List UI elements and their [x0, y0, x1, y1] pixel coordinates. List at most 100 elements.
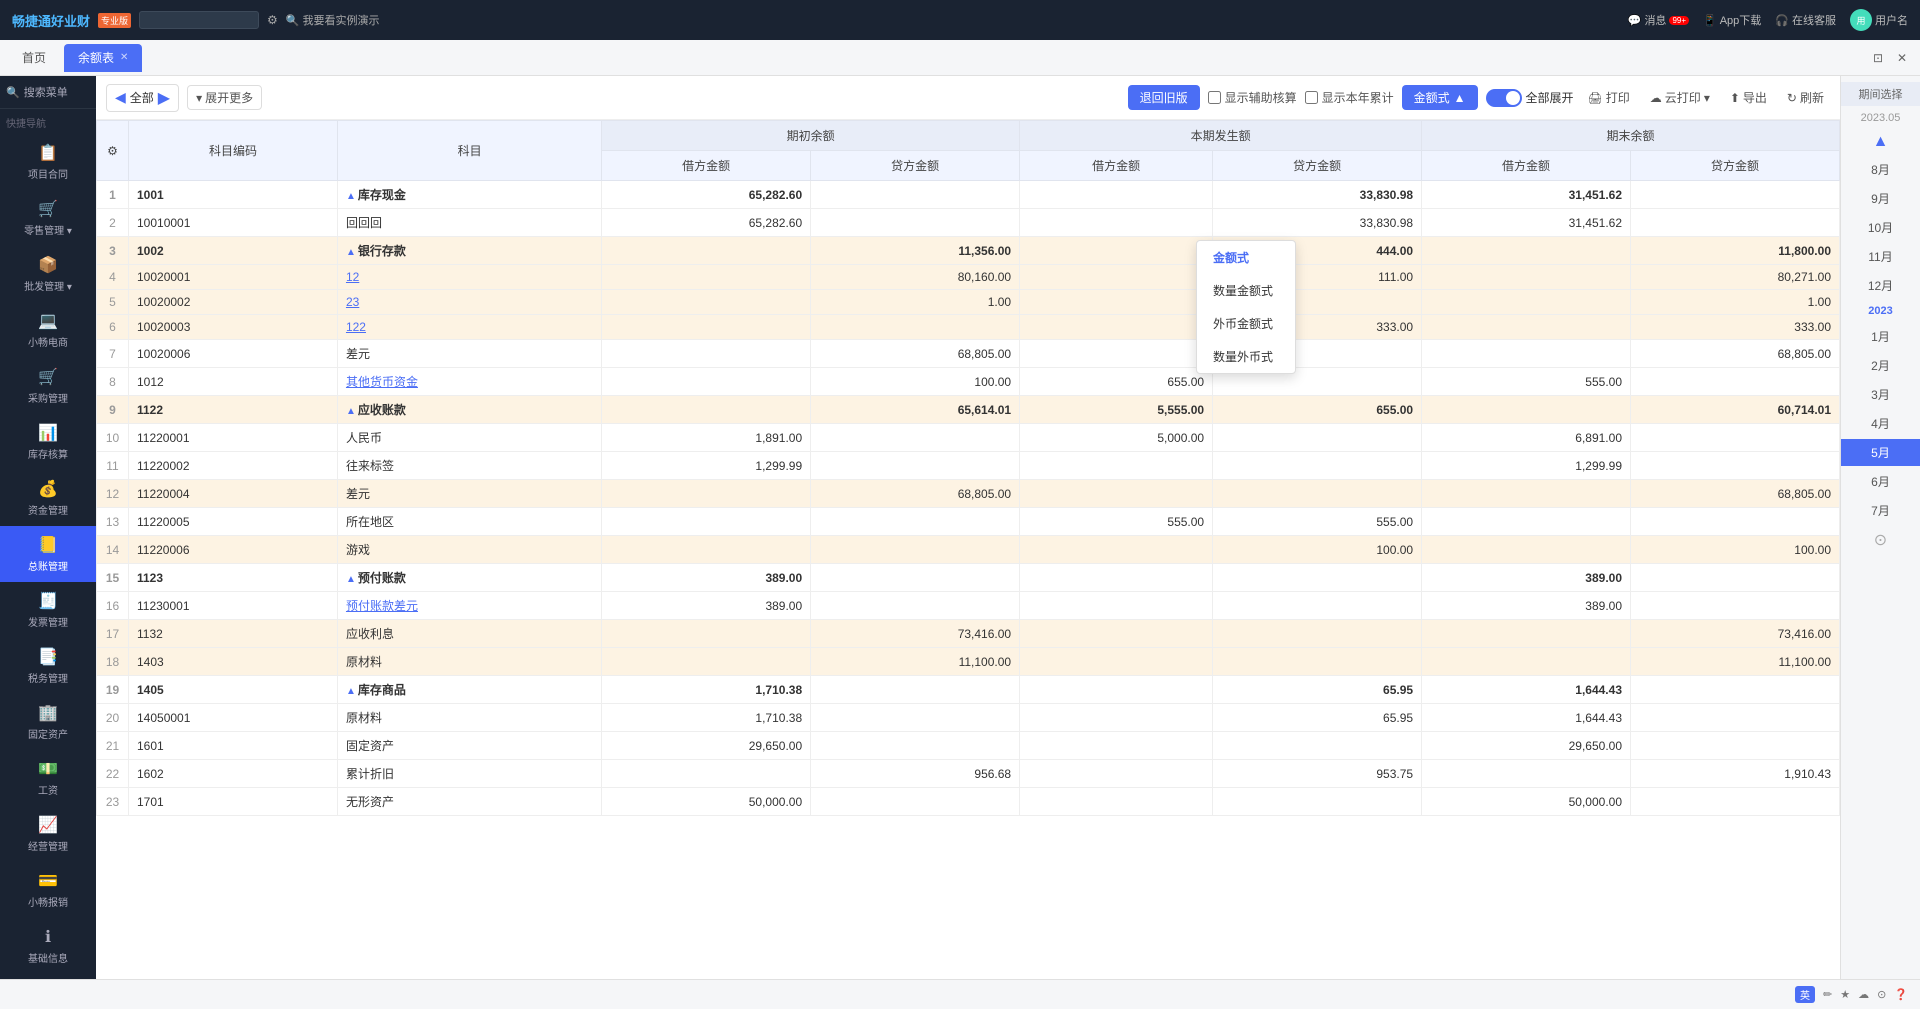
rp-month-1[interactable]: 1月 [1841, 323, 1920, 350]
show-year-checkbox[interactable] [1305, 91, 1318, 104]
sidebar-item-expense[interactable]: 💳 小畅报销 [0, 862, 96, 918]
show-year-check-label[interactable]: 显示本年累计 [1305, 89, 1394, 106]
lang-switch-btn[interactable]: 英 [1795, 986, 1815, 1003]
subject-link[interactable]: 122 [346, 320, 366, 334]
subject-link[interactable]: 23 [346, 295, 359, 309]
row-num: 12 [97, 480, 129, 508]
tab-close-all-icon[interactable]: ✕ [1892, 48, 1912, 68]
row-cb-debit: 31,451.62 [1422, 209, 1631, 237]
row-code: 10020002 [129, 290, 338, 315]
sidebar-item-finance[interactable]: 💰 资金管理 [0, 470, 96, 526]
rp-month-5[interactable]: 5月 [1841, 439, 1920, 466]
row-num: 10 [97, 424, 129, 452]
expand-icon[interactable]: ▲ [346, 686, 356, 697]
sidebar-item-assets[interactable]: 🏢 固定资产 [0, 694, 96, 750]
row-subject: ▲应收账款 [337, 396, 601, 424]
expand-all-toggle[interactable]: 全部展开 [1486, 89, 1574, 107]
help-icon[interactable]: ❓ [1894, 988, 1908, 1001]
sidebar-search[interactable]: 🔍 搜索菜单 [0, 76, 96, 109]
row-cd-credit [1213, 788, 1422, 816]
row-ob-credit [811, 536, 1020, 564]
demo-link[interactable]: 🔍 我要看实例演示 [286, 12, 380, 28]
th-settings[interactable]: ⚙ [97, 121, 129, 181]
sidebar-item-salary[interactable]: 💵 工资 [0, 750, 96, 806]
expand-icon[interactable]: ▲ [346, 406, 356, 417]
row-subject: 原材料 [337, 704, 601, 732]
cloud-icon[interactable]: ☁ [1858, 988, 1869, 1001]
dropdown-item-jine[interactable]: 金额式 [1197, 241, 1295, 274]
sidebar-item-invoice[interactable]: 🧾 发票管理 [0, 582, 96, 638]
rp-month-2[interactable]: 2月 [1841, 352, 1920, 379]
sidebar-item-purchase[interactable]: 🛒 采购管理 [0, 358, 96, 414]
sidebar-item-tax[interactable]: 📑 税务管理 [0, 638, 96, 694]
cloud-print-btn[interactable]: ☁ 云打印 ▾ [1644, 86, 1716, 109]
search-input[interactable] [139, 11, 259, 29]
sidebar-item-ecommerce[interactable]: 💻 小畅电商 [0, 302, 96, 358]
tab-home[interactable]: 首页 [8, 44, 60, 72]
rp-nav-up[interactable]: ▲ [1870, 130, 1892, 154]
rp-month-12[interactable]: 12月 [1841, 272, 1920, 299]
row-ob-debit [602, 536, 811, 564]
sidebar-item-system[interactable]: ⚙ 系统管理 [0, 974, 96, 979]
rp-month-6[interactable]: 6月 [1841, 468, 1920, 495]
sidebar-item-ledger[interactable]: 📒 总账管理 [0, 526, 96, 582]
sidebar-item-inventory[interactable]: 📊 库存核算 [0, 414, 96, 470]
sidebar-item-operation[interactable]: 📈 经营管理 [0, 806, 96, 862]
rp-month-11[interactable]: 11月 [1841, 243, 1920, 270]
filter-all-btn[interactable]: ◀ 全部 ▶ [106, 84, 179, 112]
tab-maximize-icon[interactable]: ⊡ [1868, 48, 1888, 68]
row-cb-credit: 333.00 [1631, 315, 1840, 340]
settings-icon[interactable]: ⚙ [267, 13, 278, 27]
subject-link[interactable]: 其他货币资金 [346, 375, 418, 389]
row-cb-credit: 73,416.00 [1631, 620, 1840, 648]
subject-link[interactable]: 12 [346, 270, 359, 284]
rp-month-7[interactable]: 7月 [1841, 497, 1920, 524]
expand-btn[interactable]: ▾ 展开更多 [187, 85, 262, 110]
row-num: 7 [97, 340, 129, 368]
sidebar-item-wholesale[interactable]: 📦 批发管理 ▾ [0, 246, 96, 302]
expand-icon[interactable]: ▲ [346, 191, 356, 202]
row-subject: 所在地区 [337, 508, 601, 536]
row-subject: 23 [337, 290, 601, 315]
sidebar-quick-nav[interactable]: 快捷导航 [0, 109, 96, 134]
online-service-btn[interactable]: 🎧 在线客服 [1775, 12, 1836, 28]
sidebar-item-retail[interactable]: 🛒 零售管理 ▾ [0, 190, 96, 246]
expand-icon[interactable]: ▲ [346, 247, 356, 258]
rp-month-3[interactable]: 3月 [1841, 381, 1920, 408]
rp-header[interactable]: 期间选择 [1841, 82, 1920, 106]
tab-close-icon[interactable]: ✕ [120, 52, 128, 63]
refresh-btn[interactable]: ↻ 刷新 [1781, 86, 1830, 109]
message-btn[interactable]: 💬 消息 99+ [1628, 12, 1689, 28]
row-num: 9 [97, 396, 129, 424]
rp-month-10[interactable]: 10月 [1841, 214, 1920, 241]
rp-month-8[interactable]: 8月 [1841, 156, 1920, 183]
dropdown-item-fx-jine[interactable]: 外币金额式 [1197, 307, 1295, 340]
row-cd-credit: 953.75 [1213, 760, 1422, 788]
row-cb-debit: 29,650.00 [1422, 732, 1631, 760]
rp-month-4[interactable]: 4月 [1841, 410, 1920, 437]
subject-link[interactable]: 预付账款差元 [346, 599, 418, 613]
sidebar-item-basic-info[interactable]: ℹ 基础信息 [0, 918, 96, 974]
basic-info-icon: ℹ [45, 927, 51, 947]
show-aux-check-label[interactable]: 显示辅助核算 [1208, 89, 1297, 106]
back-old-version-btn[interactable]: 退回旧版 [1128, 85, 1200, 110]
dropdown-item-qty-jine[interactable]: 数量金额式 [1197, 274, 1295, 307]
app-download-btn[interactable]: 📱 App下载 [1703, 12, 1761, 28]
row-ob-credit: 11,356.00 [811, 237, 1020, 265]
sidebar-item-project[interactable]: 📋 项目合同 [0, 134, 96, 190]
edit-icon[interactable]: ✏ [1823, 988, 1832, 1001]
row-cb-credit: 60,714.01 [1631, 396, 1840, 424]
star-icon[interactable]: ★ [1840, 988, 1850, 1001]
show-aux-checkbox[interactable] [1208, 91, 1221, 104]
print-btn[interactable]: 🖨 打印 [1582, 86, 1636, 109]
toggle-track[interactable] [1486, 89, 1522, 107]
rp-collapse-btn[interactable]: ⊙ [1870, 526, 1891, 554]
rp-month-9[interactable]: 9月 [1841, 185, 1920, 212]
jine-style-btn[interactable]: 金额式 ▲ [1402, 85, 1478, 110]
user-avatar[interactable]: 用 用户名 [1850, 9, 1908, 31]
tab-balance-sheet[interactable]: 余额表 ✕ [64, 44, 142, 72]
export-btn[interactable]: ⬆ 导出 [1724, 86, 1773, 109]
expand-icon[interactable]: ▲ [346, 574, 356, 585]
circle-icon[interactable]: ⊙ [1877, 988, 1886, 1001]
dropdown-item-qty-fx[interactable]: 数量外币式 [1197, 340, 1295, 373]
